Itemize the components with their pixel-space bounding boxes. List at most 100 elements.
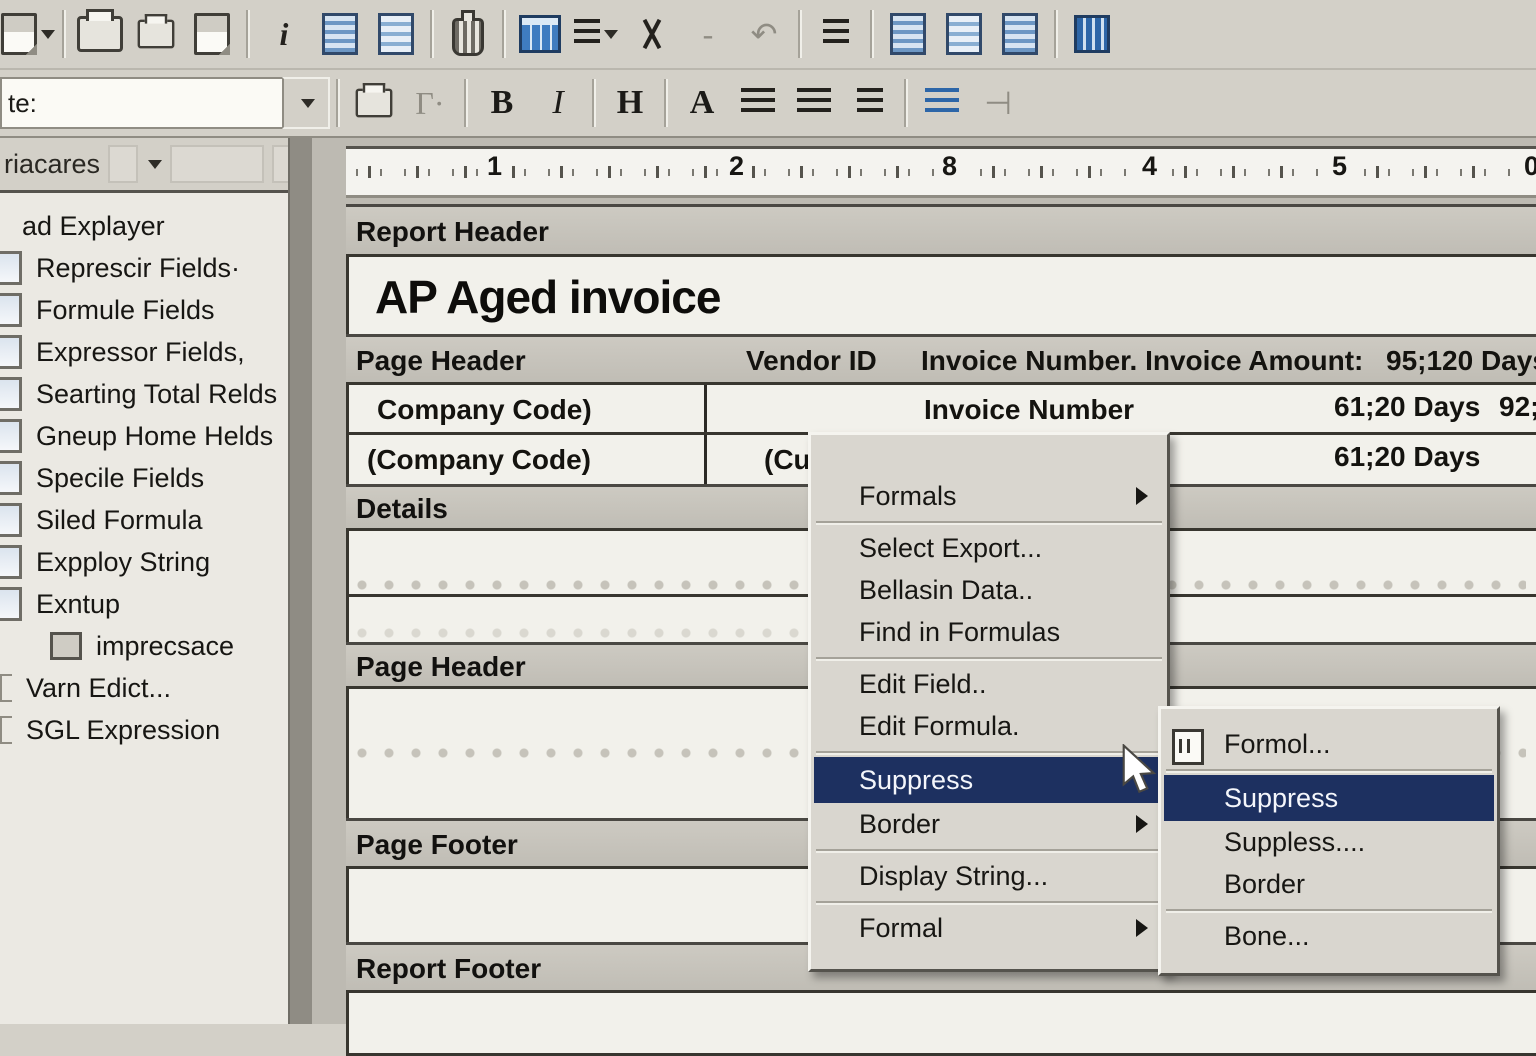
sidebar-item-label: Specile Fields (36, 462, 205, 493)
field-grid-button[interactable] (1064, 7, 1120, 61)
field-row-1[interactable]: Company Code) Invoice Number 61;20 Days … (346, 382, 1536, 438)
menu-item-label: Select Export... (859, 532, 1043, 563)
sidebar-item-formule-fields[interactable]: Formule Fields (0, 289, 288, 331)
crop-button[interactable]: Γ· (402, 76, 458, 130)
sidebar-item-represcir-fields[interactable]: Represcir Fields· (0, 247, 288, 289)
menu-item-suppress[interactable]: Suppress (1164, 775, 1494, 821)
report-title[interactable]: AP Aged invoice (349, 270, 721, 324)
menu-item-display-string[interactable]: Display String... (814, 855, 1164, 897)
align-left-button[interactable] (730, 76, 786, 130)
copy-button[interactable] (312, 7, 368, 61)
cell-divider (704, 435, 707, 485)
menu-item-suppress[interactable]: Suppress (814, 757, 1164, 803)
font-combo-dropdown-button[interactable] (282, 77, 330, 129)
chevron-down-icon[interactable] (148, 159, 163, 169)
field-explorer-title: riacares (4, 148, 101, 179)
menu-item-bellasin-data[interactable]: Bellasin Data.. (814, 569, 1164, 611)
minus-button[interactable]: - (680, 7, 736, 61)
info-button[interactable]: i (256, 7, 312, 61)
sidebar-item-imprecsace[interactable]: imprecsace (0, 625, 288, 667)
font-color-button[interactable]: A (674, 76, 730, 130)
sidebar-item-expploy-string[interactable]: Expploy String (0, 541, 288, 583)
sidebar-item-sgl-expression[interactable]: SGL Expression (0, 709, 288, 751)
toolbar-separator (592, 79, 596, 127)
header-button[interactable] (108, 145, 139, 183)
database-fields-button[interactable] (512, 7, 568, 61)
menu-item-label: Find in Formulas (859, 616, 1061, 647)
sidebar-item-expressor-fields[interactable]: Expressor Fields, (0, 331, 288, 373)
field-company-code-2[interactable]: (Company Code) (367, 444, 591, 476)
undo-icon: ↶ (750, 16, 778, 52)
field-days-61-20-b[interactable]: 61;20 Days (1334, 441, 1480, 473)
field-invoice-number[interactable]: Invoice Number (924, 394, 1134, 426)
align-right-button[interactable] (842, 76, 898, 130)
align-center-button[interactable] (786, 76, 842, 130)
copy-icon (322, 13, 358, 55)
menu-item-find-in-formulas[interactable]: Find in Formulas (814, 611, 1164, 653)
group-tree-button[interactable] (808, 7, 864, 61)
menu-item-border[interactable]: Border (1164, 863, 1494, 905)
menu-item-edit-formula[interactable]: Edit Formula. (814, 705, 1164, 747)
sidebar-item-siled-formula[interactable]: Siled Formula (0, 499, 288, 541)
bold-button[interactable]: B (474, 76, 530, 130)
sidebar-item-exntup[interactable]: Exntup (0, 583, 288, 625)
report-footer-row[interactable] (346, 990, 1536, 1056)
field-days-61-20[interactable]: 61;20 Days (1334, 391, 1480, 423)
format-painter-button[interactable] (624, 7, 680, 61)
menu-item-select-export[interactable]: Select Export... (814, 527, 1164, 569)
export-button[interactable] (184, 7, 240, 61)
drilldown-button[interactable] (992, 7, 1048, 61)
section-label: Details (356, 493, 448, 524)
sidebar-item-searting-total-relds[interactable]: Searting Total Relds (0, 373, 288, 415)
column-header-vendor-id[interactable]: Vendor ID (746, 345, 877, 377)
stamp-button[interactable] (346, 76, 402, 130)
section-label: Report Header (356, 216, 549, 247)
section-band-page-header[interactable]: Page Header Vendor ID Invoice Number. In… (346, 334, 1536, 385)
section-label: Page Footer (356, 829, 518, 860)
font-color-button: A (689, 84, 715, 121)
numbered-list-button[interactable] (914, 76, 970, 130)
field-amount-2[interactable]: 92;2 (1499, 391, 1536, 423)
paste-button[interactable] (368, 7, 424, 61)
column-header-days-95-120[interactable]: 95;120 Days (1386, 345, 1536, 377)
header-button-group[interactable] (170, 145, 265, 183)
underline-button[interactable]: H (602, 76, 658, 130)
menu-item-edit-field[interactable]: Edit Field.. (814, 663, 1164, 705)
italic-button[interactable]: I (530, 76, 586, 130)
sidebar-item-specile-fields[interactable]: Specile Fields (0, 457, 288, 499)
field-company-code[interactable]: Company Code) (377, 394, 592, 426)
menu-item-bone[interactable]: Bone... (1164, 915, 1494, 957)
sidebar-item-ad-explayer[interactable]: ad Explayer (0, 205, 288, 247)
summary-button[interactable] (936, 7, 992, 61)
toolbar-separator (464, 79, 468, 127)
menu-item-border[interactable]: Border (814, 803, 1164, 845)
small-icon (0, 674, 12, 702)
column-header-invoice[interactable]: Invoice Number. Invoice Amount: (921, 345, 1363, 377)
sidebar-item-gneup-home-helds[interactable]: Gneup Home Helds (0, 415, 288, 457)
menu-separator (1164, 765, 1494, 775)
print-button[interactable] (72, 7, 128, 61)
menu-item-formal[interactable]: Formal (814, 907, 1164, 949)
menu-item-formol[interactable]: Formol... (1164, 723, 1494, 765)
ruler-mark: 0 (1518, 151, 1536, 182)
tab-stop-button[interactable]: ⊣ (970, 76, 1026, 130)
new-report-button[interactable] (0, 7, 56, 61)
outline-button[interactable] (880, 7, 936, 61)
menu-item-suppless[interactable]: Suppless.... (1164, 821, 1494, 863)
undo-button[interactable]: ↶ (736, 7, 792, 61)
section-label: Page Header (356, 651, 526, 682)
font-combo[interactable]: te: (0, 77, 282, 129)
sort-icon (574, 19, 600, 49)
field-explorer-panel: riacares ad Explayer Represcir Fields· For… (0, 138, 307, 1024)
font-combo-value: te: (8, 87, 37, 118)
section-band-report-header[interactable]: Report Header (346, 204, 1536, 257)
print-preview-button[interactable] (128, 7, 184, 61)
report-title-row[interactable]: AP Aged invoice (346, 254, 1536, 340)
chevron-down-icon (301, 98, 315, 108)
menu-item-formals[interactable]: Formals (814, 475, 1164, 517)
sidebar-item-varn-edict[interactable]: Varn Edict... (0, 667, 288, 709)
numbered-list-button (925, 88, 959, 118)
sort-button[interactable] (568, 7, 624, 61)
ink-bottle-button[interactable] (440, 7, 496, 61)
menu-item-label: Border (859, 808, 941, 839)
